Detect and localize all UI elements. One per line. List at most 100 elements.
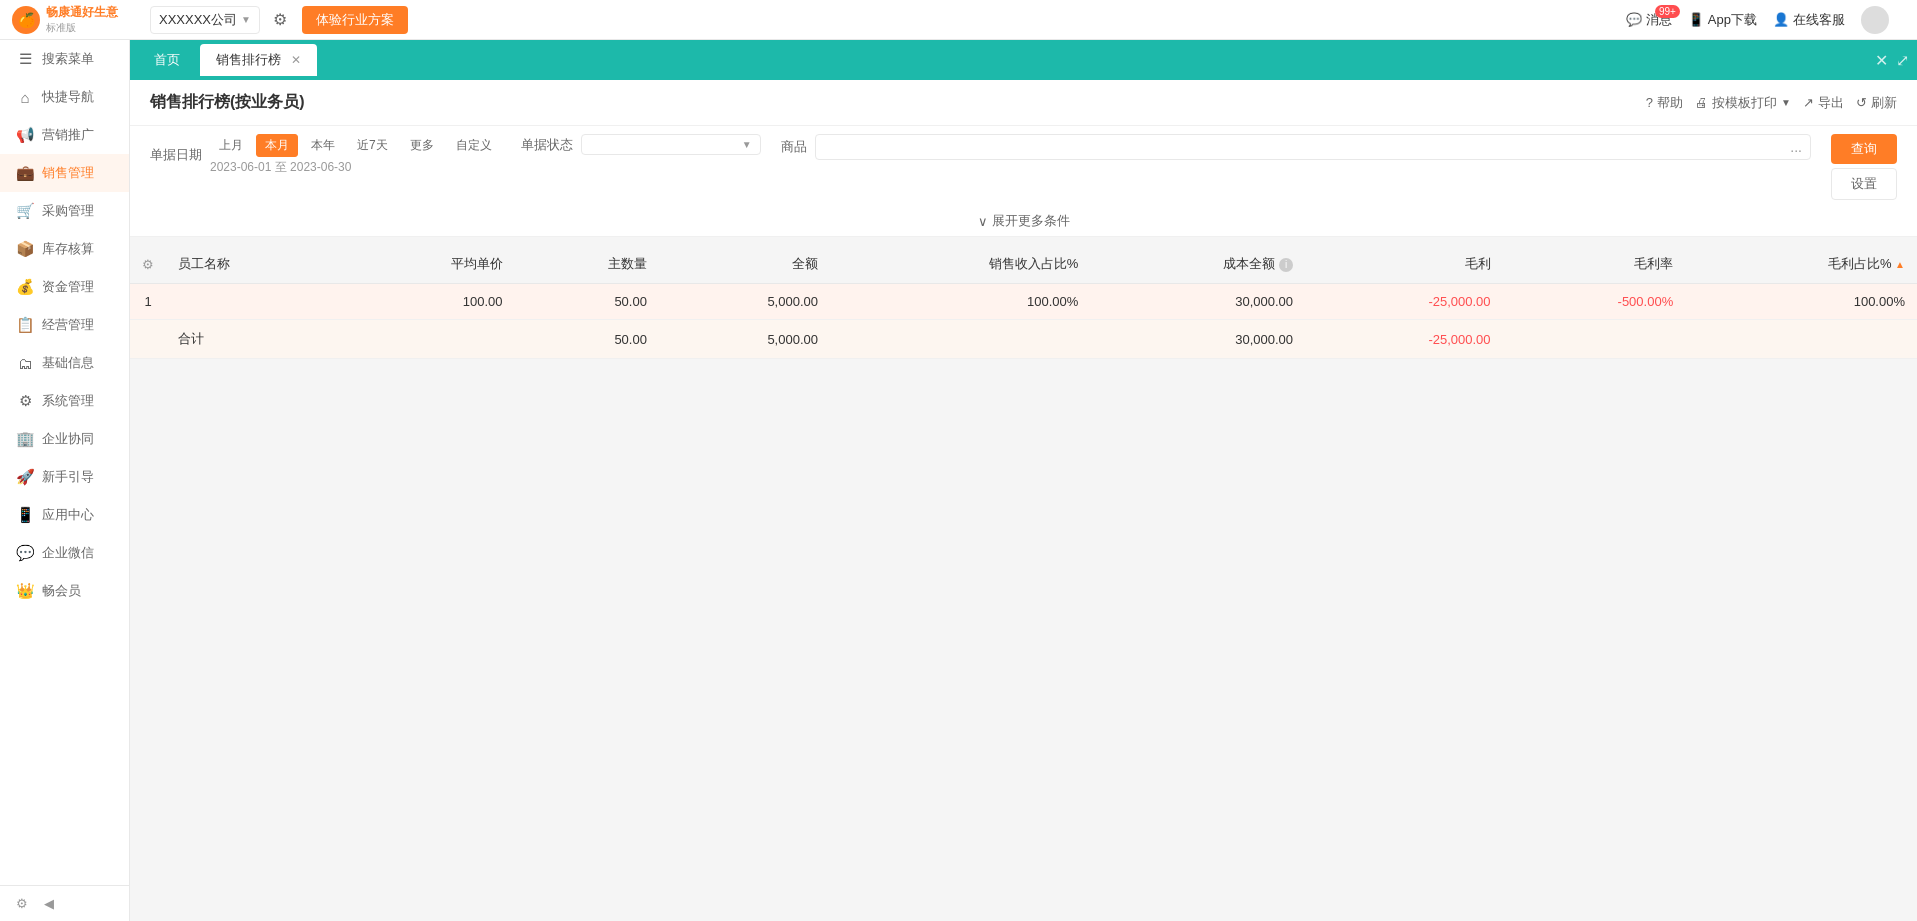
footer-gross-pct bbox=[1685, 320, 1917, 359]
cell-sales-pct: 100.00% bbox=[830, 284, 1090, 320]
footer-label: 合计 bbox=[166, 320, 340, 359]
message-badge: 99+ bbox=[1655, 5, 1680, 18]
date-filter: 单据日期 上月 本月 本年 近7天 更多 自定义 2023-06-01 至 20… bbox=[150, 134, 501, 176]
col-cost: 成本全额 i bbox=[1090, 245, 1305, 284]
sidebar-item-label: 企业微信 bbox=[42, 544, 94, 562]
status-label: 单据状态 bbox=[521, 136, 573, 154]
footer-sales-pct bbox=[830, 320, 1090, 359]
sidebar-item-label: 搜索菜单 bbox=[42, 50, 94, 68]
goods-label: 商品 bbox=[781, 138, 807, 156]
sidebar-item-inventory[interactable]: 📦 库存核算 bbox=[0, 230, 129, 268]
goods-select[interactable]: ... bbox=[815, 134, 1811, 160]
message-button[interactable]: 💬 消息 99+ bbox=[1626, 11, 1672, 29]
tab-sales-rank[interactable]: 销售排行榜 ✕ bbox=[200, 44, 317, 76]
online-service-label: 在线客服 bbox=[1793, 11, 1845, 29]
col-sales-pct: 销售收入占比% bbox=[830, 245, 1090, 284]
sidebar-item-sys-mgmt[interactable]: ⚙ 系统管理 bbox=[0, 382, 129, 420]
sidebar-item-basic-info[interactable]: 🗂 基础信息 bbox=[0, 344, 129, 382]
logo: 🍊 畅康通好生意 标准版 bbox=[12, 4, 118, 35]
expand-button[interactable]: ∨ 展开更多条件 bbox=[978, 212, 1070, 230]
settings-icon[interactable]: ⚙ bbox=[266, 6, 294, 34]
sidebar-item-app-center[interactable]: 📱 应用中心 bbox=[0, 496, 129, 534]
refresh-icon: ↺ bbox=[1856, 95, 1867, 110]
app-download-button[interactable]: 📱 App下载 bbox=[1688, 11, 1757, 29]
page-header: 销售排行榜(按业务员) ? 帮助 🖨 按模板打印 ▼ ↗ 导出 ↺ 刷新 bbox=[130, 80, 1917, 126]
date-btn-this-month[interactable]: 本月 bbox=[256, 134, 298, 157]
col-settings[interactable]: ⚙ bbox=[130, 245, 166, 284]
col-avg-price: 平均单价 bbox=[340, 245, 514, 284]
purchase-icon: 🛒 bbox=[16, 202, 34, 220]
cell-name bbox=[166, 284, 340, 320]
col-qty: 主数量 bbox=[515, 245, 659, 284]
filter-line-1: 单据日期 上月 本月 本年 近7天 更多 自定义 2023-06-01 至 20… bbox=[150, 134, 1897, 200]
sidebar-item-search-order[interactable]: ☰ 搜索菜单 bbox=[0, 40, 129, 78]
tab-minimize-icon[interactable]: ✕ bbox=[1875, 51, 1888, 70]
status-select[interactable]: ▼ bbox=[581, 134, 761, 155]
date-btn-last-month[interactable]: 上月 bbox=[210, 134, 252, 157]
setting-button[interactable]: 设置 bbox=[1831, 168, 1897, 200]
date-btn-7days[interactable]: 近7天 bbox=[348, 134, 397, 157]
online-service-button[interactable]: 👤 在线客服 bbox=[1773, 11, 1845, 29]
guide-icon: 🚀 bbox=[16, 468, 34, 486]
col-gross: 毛利 bbox=[1305, 245, 1503, 284]
footer-qty: 50.00 bbox=[515, 320, 659, 359]
service-icon: 👤 bbox=[1773, 12, 1789, 27]
logo-icon: 🍊 bbox=[12, 6, 40, 34]
cell-qty: 50.00 bbox=[515, 284, 659, 320]
cell-amount: 5,000.00 bbox=[659, 284, 830, 320]
tab-home-label: 首页 bbox=[154, 51, 180, 69]
query-button[interactable]: 查询 bbox=[1831, 134, 1897, 164]
template-print-button[interactable]: 🖨 按模板打印 ▼ bbox=[1695, 94, 1791, 112]
sidebar-item-quick-nav[interactable]: ⌂ 快捷导航 bbox=[0, 78, 129, 116]
sidebar-item-marketing[interactable]: 📢 营销推广 bbox=[0, 116, 129, 154]
tab-maximize-icon[interactable]: ⤢ bbox=[1896, 51, 1909, 70]
refresh-button[interactable]: ↺ 刷新 bbox=[1856, 94, 1897, 112]
export-button[interactable]: ↗ 导出 bbox=[1803, 94, 1844, 112]
sidebar-item-label: 经营管理 bbox=[42, 316, 94, 334]
enterprise-wx-icon: 💬 bbox=[16, 544, 34, 562]
main-content: 首页 销售排行榜 ✕ ✕ ⤢ 销售排行榜(按业务员) ? 帮助 🖨 按模板打印 … bbox=[130, 40, 1917, 359]
footer-amount: 5,000.00 bbox=[659, 320, 830, 359]
status-filter: 单据状态 ▼ bbox=[521, 134, 761, 155]
sidebar-item-label: 库存核算 bbox=[42, 240, 94, 258]
sidebar-item-fund-mgmt[interactable]: 💰 资金管理 bbox=[0, 268, 129, 306]
footer-gross-rate bbox=[1503, 320, 1686, 359]
trial-button[interactable]: 体验行业方案 bbox=[302, 6, 408, 34]
sidebar-item-enterprise[interactable]: 🏢 企业协同 bbox=[0, 420, 129, 458]
date-label: 单据日期 bbox=[150, 146, 202, 164]
chevron-down-icon: ∨ bbox=[978, 214, 988, 229]
sidebar-item-sales-mgmt[interactable]: 💼 销售管理 bbox=[0, 154, 129, 192]
cell-avg-price: 100.00 bbox=[340, 284, 514, 320]
top-bar: 🍊 畅康通好生意 标准版 XXXXXX公司 ▼ ⚙ 体验行业方案 💬 消息 99… bbox=[0, 0, 1917, 40]
sidebar: ☰ 搜索菜单 ⌂ 快捷导航 📢 营销推广 💼 销售管理 🛒 采购管理 📦 库存核… bbox=[0, 40, 130, 921]
date-range: 2023-06-01 至 2023-06-30 bbox=[210, 159, 501, 176]
sidebar-item-ops-mgmt[interactable]: 📋 经营管理 bbox=[0, 306, 129, 344]
sidebar-item-member[interactable]: 👑 畅会员 bbox=[0, 572, 129, 610]
date-btn-this-year[interactable]: 本年 bbox=[302, 134, 344, 157]
sidebar-item-purchase-mgmt[interactable]: 🛒 采购管理 bbox=[0, 192, 129, 230]
goods-ellipsis: ... bbox=[1790, 139, 1802, 155]
table-footer-row: 合计 50.00 5,000.00 30,000.00 -25,000.00 bbox=[130, 320, 1917, 359]
help-button[interactable]: ? 帮助 bbox=[1646, 94, 1683, 112]
sidebar-item-label: 基础信息 bbox=[42, 354, 94, 372]
filter-more-row: ∨ 展开更多条件 bbox=[150, 206, 1897, 232]
tab-home[interactable]: 首页 bbox=[138, 44, 196, 76]
page-title: 销售排行榜(按业务员) bbox=[150, 92, 305, 113]
sidebar-item-new-guide[interactable]: 🚀 新手引导 bbox=[0, 458, 129, 496]
sidebar-item-label: 资金管理 bbox=[42, 278, 94, 296]
app-center-icon: 📱 bbox=[16, 506, 34, 524]
cell-rank: 1 bbox=[130, 284, 166, 320]
sidebar-settings-icon[interactable]: ⚙ bbox=[16, 896, 28, 911]
date-btn-custom[interactable]: 自定义 bbox=[447, 134, 501, 157]
col-gross-pct: 毛利占比% ▲ bbox=[1685, 245, 1917, 284]
member-icon: 👑 bbox=[16, 582, 34, 600]
tab-sales-rank-label: 销售排行榜 bbox=[216, 51, 281, 69]
right-action-buttons: 查询 设置 bbox=[1831, 134, 1897, 200]
sys-icon: ⚙ bbox=[16, 392, 34, 410]
sidebar-item-enterprise-wx[interactable]: 💬 企业微信 bbox=[0, 534, 129, 572]
date-btn-more[interactable]: 更多 bbox=[401, 134, 443, 157]
company-selector[interactable]: XXXXXX公司 ▼ bbox=[150, 6, 260, 34]
sidebar-collapse-icon[interactable]: ◀ bbox=[44, 896, 54, 911]
avatar[interactable] bbox=[1861, 6, 1889, 34]
tab-close-icon[interactable]: ✕ bbox=[291, 53, 301, 67]
